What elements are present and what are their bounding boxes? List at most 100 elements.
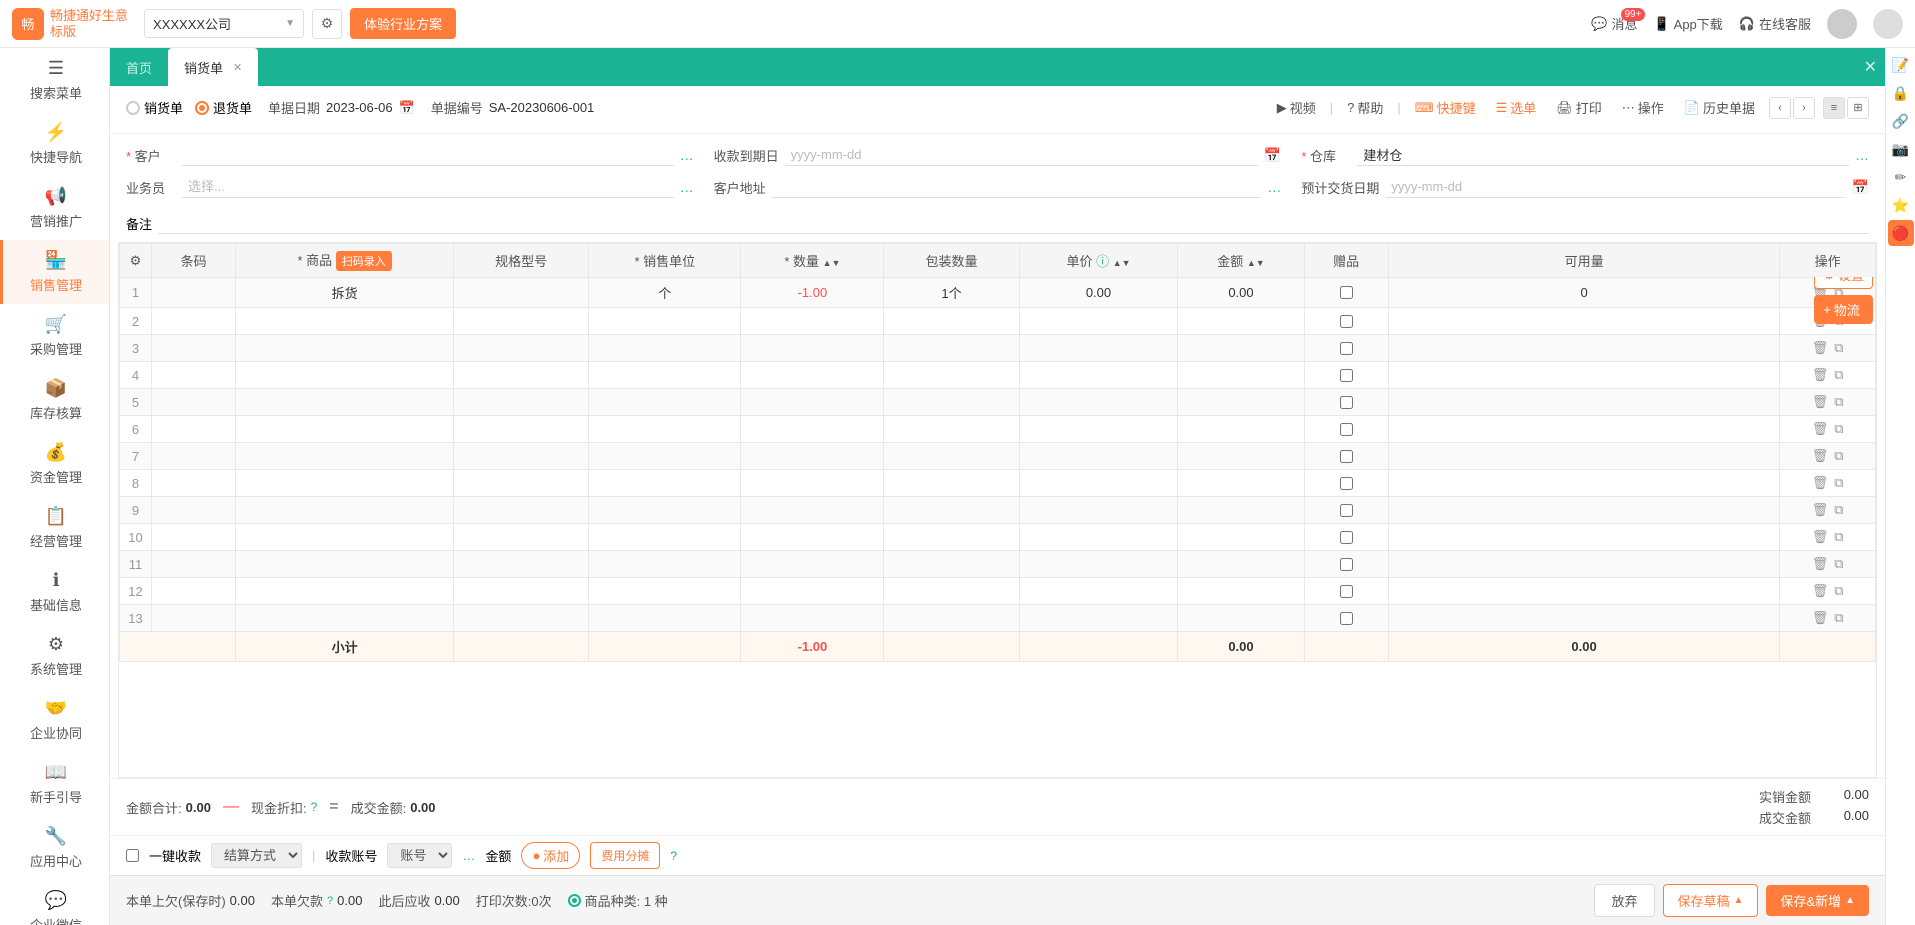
sidebar-item-system[interactable]: ⚙ 系统管理 [0, 624, 109, 688]
right-panel-orange-icon[interactable]: 🔴 [1888, 220, 1914, 246]
tab-home[interactable]: 首页 [110, 48, 168, 86]
select-btn[interactable]: ☰ 选单 [1490, 96, 1543, 119]
gift-checkbox[interactable] [1340, 286, 1353, 299]
right-panel-link-icon[interactable]: 🔗 [1888, 108, 1914, 134]
sidebar-item-baseinfo[interactable]: ℹ 基础信息 [0, 560, 109, 624]
cell-spec[interactable] [454, 278, 589, 308]
gift-checkbox[interactable] [1340, 315, 1353, 328]
expected-delivery-input[interactable] [1385, 176, 1845, 198]
expense-split-btn[interactable]: 费用分摊 [590, 842, 660, 869]
right-panel-lock-icon[interactable]: 🔒 [1888, 80, 1914, 106]
add-payment-btn[interactable]: ● 添加 [521, 842, 580, 869]
sidebar-item-wecom[interactable]: 💬 企业微信 [0, 880, 109, 925]
list-view-btn[interactable]: ≡ [1823, 97, 1845, 119]
sidebar-item-quicknav[interactable]: ⚡ 快捷导航 [0, 112, 109, 176]
sidebar-item-appstore[interactable]: 🔧 应用中心 [0, 816, 109, 880]
logistics-side-btn[interactable]: + 物流 [1814, 295, 1873, 324]
cell-qty[interactable]: -1.00 [741, 278, 884, 308]
gift-checkbox[interactable] [1340, 423, 1353, 436]
copy-row-icon[interactable]: ⧉ [1834, 448, 1843, 464]
delete-row-icon[interactable]: 🗑 [1812, 421, 1829, 437]
gift-checkbox[interactable] [1340, 450, 1353, 463]
scan-btn[interactable]: 扫码录入 [336, 251, 392, 271]
copy-row-icon[interactable]: ⧉ [1834, 340, 1843, 356]
sidebar-item-newbie[interactable]: 📖 新手引导 [0, 752, 109, 816]
right-panel-star-icon[interactable]: ⭐ [1888, 192, 1914, 218]
remarks-input[interactable] [158, 212, 1869, 234]
sidebar-item-marketing[interactable]: 📢 营销推广 [0, 176, 109, 240]
account-select[interactable]: 账号 [387, 843, 452, 868]
warehouse-dots-btn[interactable]: … [1855, 147, 1869, 163]
customer-addr-dots-btn[interactable]: … [1267, 179, 1281, 195]
user-avatar2[interactable] [1873, 9, 1903, 39]
right-panel-note-icon[interactable]: 📝 [1888, 52, 1914, 78]
delete-row-icon[interactable]: 🗑 [1812, 583, 1829, 599]
copy-row-icon[interactable]: ⧉ [1834, 502, 1843, 518]
delete-row-icon[interactable]: 🗑 [1812, 367, 1829, 383]
cell-price[interactable]: 0.00 [1019, 278, 1178, 308]
expected-delivery-calendar-icon[interactable]: 📅 [1852, 179, 1869, 196]
trial-button[interactable]: 体验行业方案 [350, 8, 456, 39]
gift-checkbox[interactable] [1340, 558, 1353, 571]
warehouse-input[interactable] [1357, 144, 1849, 166]
grid-view-btn[interactable]: ⊞ [1847, 97, 1869, 119]
salesman-input[interactable] [182, 176, 674, 198]
gift-checkbox[interactable] [1340, 342, 1353, 355]
delete-row-icon[interactable]: 🗑 [1812, 394, 1829, 410]
app-download-button[interactable]: 📱 App下载 [1653, 14, 1722, 33]
info-icon-price[interactable]: ⓘ [1096, 254, 1109, 269]
abandon-button[interactable]: 放弃 [1594, 884, 1654, 917]
copy-row-icon[interactable]: ⧉ [1834, 475, 1843, 491]
cell-gift[interactable] [1304, 278, 1388, 308]
sidebar-item-sales[interactable]: 🏪 销售管理 [0, 240, 109, 304]
save-new-button[interactable]: 保存&新增 ▲ [1766, 885, 1869, 916]
copy-row-icon[interactable]: ⧉ [1834, 421, 1843, 437]
sidebar-item-purchase[interactable]: 🛒 采购管理 [0, 304, 109, 368]
expense-info-icon[interactable]: ? [670, 849, 677, 863]
cash-discount-info-icon[interactable]: ? [311, 800, 318, 814]
cell-unit[interactable]: 个 [589, 278, 741, 308]
delete-row-icon[interactable]: 🗑 [1812, 340, 1829, 356]
delete-row-icon[interactable]: 🗑 [1812, 529, 1829, 545]
col-settings[interactable]: ⚙ [120, 244, 152, 278]
video-btn[interactable]: ▶ 视频 [1271, 96, 1322, 119]
right-panel-edit-icon[interactable]: ✏ [1888, 164, 1914, 190]
copy-row-icon[interactable]: ⧉ [1834, 367, 1843, 383]
tab-close-icon[interactable]: ✕ [233, 61, 242, 74]
cell-pkg-qty[interactable]: 1个 [884, 278, 1019, 308]
close-all-tabs-icon[interactable]: ✕ [1864, 57, 1877, 77]
prev-bill-btn[interactable]: ‹ [1769, 97, 1791, 119]
calc-method-select[interactable]: 结算方式 [211, 843, 302, 868]
gift-checkbox[interactable] [1340, 531, 1353, 544]
one-click-payment-checkbox[interactable] [126, 849, 139, 862]
cell-product[interactable]: 拆货 [236, 278, 454, 308]
next-bill-btn[interactable]: › [1793, 97, 1815, 119]
delete-row-icon[interactable]: 🗑 [1812, 448, 1829, 464]
operation-btn[interactable]: ⋯ 操作 [1616, 96, 1670, 119]
print-btn[interactable]: 🖨 打印 [1550, 96, 1608, 119]
help-btn[interactable]: ? 帮助 [1341, 96, 1389, 119]
sidebar-item-search[interactable]: ☰ 搜索菜单 [0, 48, 109, 112]
customer-addr-input[interactable] [772, 176, 1262, 198]
history-btn[interactable]: 📄 历史单据 [1678, 96, 1761, 119]
copy-row-icon[interactable]: ⧉ [1834, 610, 1843, 626]
payment-date-input[interactable] [785, 144, 1258, 166]
gift-checkbox[interactable] [1340, 477, 1353, 490]
company-selector[interactable]: XXXXXX公司 ▼ [144, 9, 304, 38]
gift-checkbox[interactable] [1340, 585, 1353, 598]
copy-row-icon[interactable]: ⧉ [1834, 394, 1843, 410]
sidebar-item-finance[interactable]: 💰 资金管理 [0, 432, 109, 496]
tab-sales-order[interactable]: 销货单 ✕ [168, 48, 258, 86]
radio-return-order[interactable]: 退货单 [195, 98, 252, 117]
right-panel-photo-icon[interactable]: 📷 [1888, 136, 1914, 162]
payment-date-calendar-icon[interactable]: 📅 [1264, 147, 1281, 164]
delete-row-icon[interactable]: 🗑 [1812, 610, 1829, 626]
gift-checkbox[interactable] [1340, 396, 1353, 409]
delete-row-icon[interactable]: 🗑 [1812, 475, 1829, 491]
copy-row-icon[interactable]: ⧉ [1834, 529, 1843, 545]
gift-checkbox[interactable] [1340, 612, 1353, 625]
date-calendar-icon[interactable]: 📅 [399, 100, 415, 116]
sidebar-item-inventory[interactable]: 📦 库存核算 [0, 368, 109, 432]
radio-sales-order[interactable]: 销货单 [126, 98, 183, 117]
cell-amount[interactable]: 0.00 [1178, 278, 1304, 308]
